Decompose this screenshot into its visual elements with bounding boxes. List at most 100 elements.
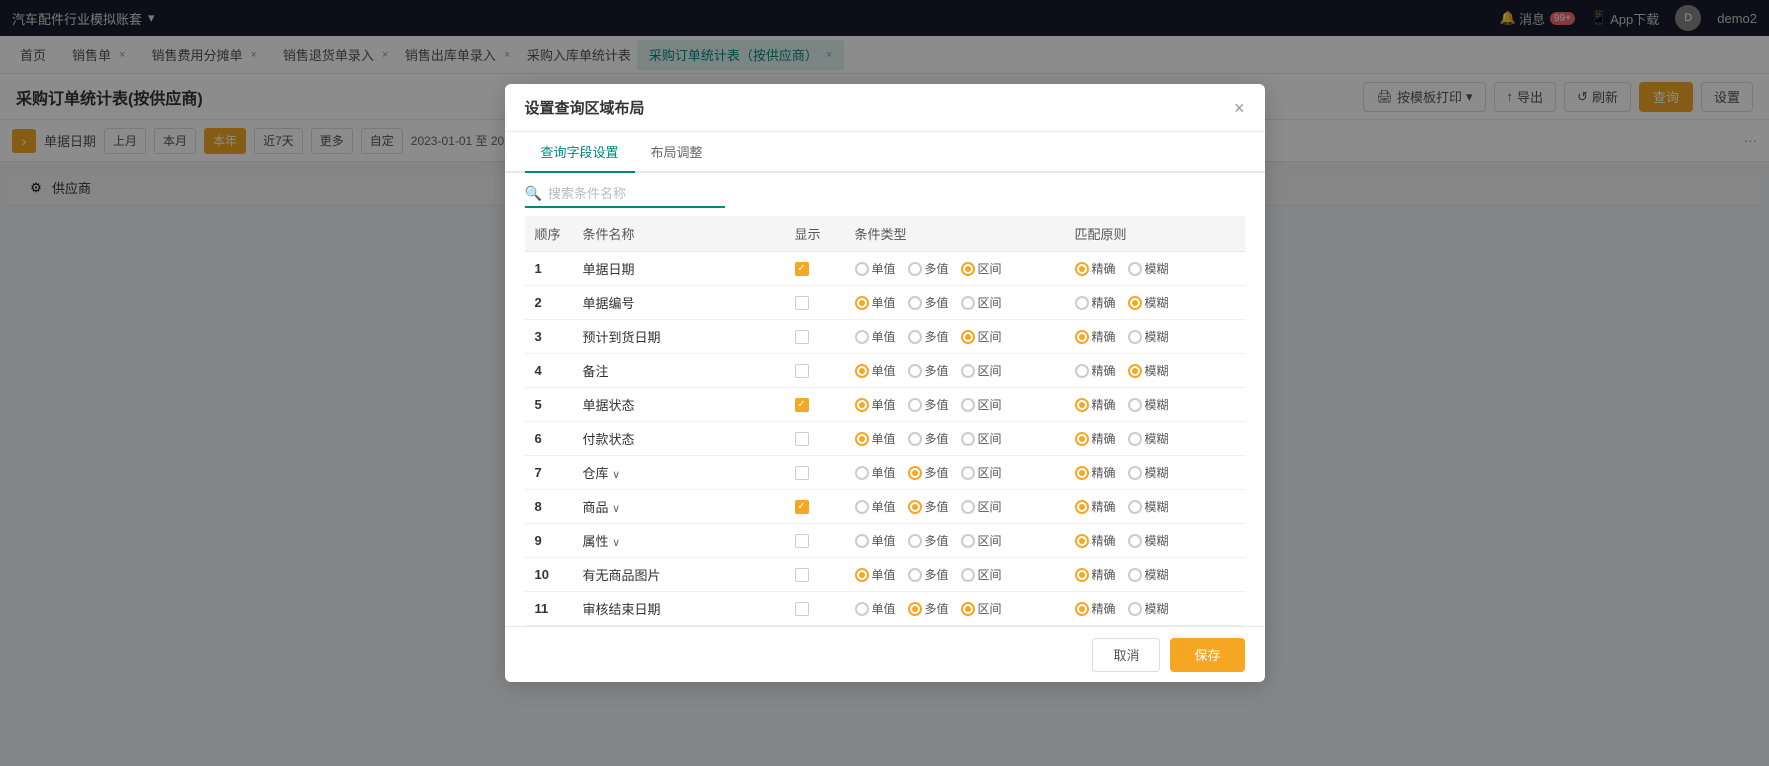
- type-radio-multi[interactable]: 多值: [908, 260, 949, 277]
- radio-circle: [908, 500, 922, 514]
- table-row: 3预计到货日期单值多值区间精确模糊: [525, 320, 1245, 354]
- match-radio-fuzzy[interactable]: 模糊: [1128, 498, 1169, 515]
- type-radio-multi[interactable]: 多值: [908, 600, 949, 617]
- match-radio-fuzzy[interactable]: 模糊: [1128, 430, 1169, 447]
- type-radio-single[interactable]: 单值: [855, 294, 896, 311]
- display-checkbox[interactable]: [795, 364, 809, 378]
- radio-circle: [961, 364, 975, 378]
- display-checkbox[interactable]: [795, 534, 809, 548]
- th-match: 匹配原则: [1065, 216, 1245, 252]
- match-radio-fuzzy[interactable]: 模糊: [1128, 532, 1169, 549]
- match-radio-exact[interactable]: 精确: [1075, 600, 1116, 617]
- type-radio-range[interactable]: 区间: [961, 328, 1002, 345]
- type-radio-multi[interactable]: 多值: [908, 362, 949, 379]
- display-checkbox[interactable]: [795, 466, 809, 480]
- type-radio-single[interactable]: 单值: [855, 566, 896, 583]
- row-name: 单据状态: [573, 388, 785, 422]
- row-order: 6: [525, 422, 573, 456]
- type-radio-multi[interactable]: 多值: [908, 532, 949, 549]
- th-name: 条件名称: [573, 216, 785, 252]
- match-radio-fuzzy[interactable]: 模糊: [1128, 294, 1169, 311]
- type-radio-single[interactable]: 单值: [855, 362, 896, 379]
- type-radio-range[interactable]: 区间: [961, 532, 1002, 549]
- radio-circle: [908, 568, 922, 582]
- match-radio-exact[interactable]: 精确: [1075, 396, 1116, 413]
- type-radio-range[interactable]: 区间: [961, 600, 1002, 617]
- match-radio-exact[interactable]: 精确: [1075, 362, 1116, 379]
- type-radio-multi[interactable]: 多值: [908, 294, 949, 311]
- match-radio-fuzzy[interactable]: 模糊: [1128, 362, 1169, 379]
- display-checkbox[interactable]: [795, 432, 809, 446]
- display-checkbox[interactable]: [795, 398, 809, 412]
- display-checkbox[interactable]: [795, 602, 809, 616]
- table-row: 1单据日期单值多值区间精确模糊: [525, 252, 1245, 286]
- match-radio-fuzzy[interactable]: 模糊: [1128, 464, 1169, 481]
- match-radio-exact[interactable]: 精确: [1075, 294, 1116, 311]
- type-radio-multi[interactable]: 多值: [908, 430, 949, 447]
- type-radio-range[interactable]: 区间: [961, 464, 1002, 481]
- type-radio-range[interactable]: 区间: [961, 566, 1002, 583]
- type-radio-multi[interactable]: 多值: [908, 464, 949, 481]
- search-input[interactable]: [548, 186, 708, 201]
- display-checkbox[interactable]: [795, 568, 809, 582]
- match-radio-fuzzy[interactable]: 模糊: [1128, 566, 1169, 583]
- type-radio-range[interactable]: 区间: [961, 294, 1002, 311]
- type-radio-single[interactable]: 单值: [855, 260, 896, 277]
- row-type-cell: 单值多值区间: [845, 524, 1065, 558]
- match-radio-exact[interactable]: 精确: [1075, 260, 1116, 277]
- type-radio-range[interactable]: 区间: [961, 396, 1002, 413]
- match-radio-fuzzy[interactable]: 模糊: [1128, 396, 1169, 413]
- type-radio-single[interactable]: 单值: [855, 464, 896, 481]
- match-radio-exact[interactable]: 精确: [1075, 566, 1116, 583]
- match-radio-exact[interactable]: 精确: [1075, 532, 1116, 549]
- match-radio-fuzzy[interactable]: 模糊: [1128, 600, 1169, 617]
- match-radio-exact[interactable]: 精确: [1075, 498, 1116, 515]
- type-radio-multi[interactable]: 多值: [908, 498, 949, 515]
- dialog-header: 设置查询区域布局 ×: [505, 84, 1265, 132]
- radio-circle: [1128, 466, 1142, 480]
- type-radio-single[interactable]: 单值: [855, 498, 896, 515]
- type-radio-single[interactable]: 单值: [855, 430, 896, 447]
- row-display-cell: [785, 558, 845, 592]
- match-radio-exact[interactable]: 精确: [1075, 464, 1116, 481]
- save-btn[interactable]: 保存: [1170, 638, 1244, 672]
- type-radio-single[interactable]: 单值: [855, 396, 896, 413]
- display-checkbox[interactable]: [795, 500, 809, 514]
- type-radio-multi[interactable]: 多值: [908, 328, 949, 345]
- dialog-tab-layout[interactable]: 布局调整: [635, 132, 719, 173]
- cancel-btn[interactable]: 取消: [1092, 638, 1160, 672]
- match-radio-fuzzy[interactable]: 模糊: [1128, 328, 1169, 345]
- display-checkbox[interactable]: [795, 296, 809, 310]
- type-radio-group: 单值多值区间: [855, 566, 1055, 583]
- radio-circle: [1075, 602, 1089, 616]
- row-type-cell: 单值多值区间: [845, 490, 1065, 524]
- match-radio-fuzzy[interactable]: 模糊: [1128, 260, 1169, 277]
- radio-circle: [1128, 364, 1142, 378]
- type-radio-multi[interactable]: 多值: [908, 566, 949, 583]
- display-checkbox[interactable]: [795, 330, 809, 344]
- display-checkbox[interactable]: [795, 262, 809, 276]
- row-order: 10: [525, 558, 573, 592]
- dialog-tab-fields[interactable]: 查询字段设置: [525, 132, 635, 173]
- match-radio-exact[interactable]: 精确: [1075, 430, 1116, 447]
- match-radio-exact[interactable]: 精确: [1075, 328, 1116, 345]
- row-name: 仓库 ∨: [573, 456, 785, 490]
- dialog-tab-bar: 查询字段设置 布局调整: [505, 132, 1265, 173]
- radio-circle: [1075, 568, 1089, 582]
- dialog-close-btn[interactable]: ×: [1234, 99, 1245, 117]
- type-radio-range[interactable]: 区间: [961, 362, 1002, 379]
- type-radio-single[interactable]: 单值: [855, 600, 896, 617]
- radio-circle: [1075, 466, 1089, 480]
- type-radio-range[interactable]: 区间: [961, 260, 1002, 277]
- table-header-row: 顺序 条件名称 显示 条件类型 匹配原则: [525, 216, 1245, 252]
- type-radio-single[interactable]: 单值: [855, 532, 896, 549]
- type-radio-multi[interactable]: 多值: [908, 396, 949, 413]
- row-order: 5: [525, 388, 573, 422]
- match-radio-group: 精确模糊: [1075, 328, 1235, 345]
- match-radio-group: 精确模糊: [1075, 362, 1235, 379]
- row-order: 11: [525, 592, 573, 626]
- type-radio-range[interactable]: 区间: [961, 430, 1002, 447]
- type-radio-single[interactable]: 单值: [855, 328, 896, 345]
- type-radio-group: 单值多值区间: [855, 362, 1055, 379]
- type-radio-range[interactable]: 区间: [961, 498, 1002, 515]
